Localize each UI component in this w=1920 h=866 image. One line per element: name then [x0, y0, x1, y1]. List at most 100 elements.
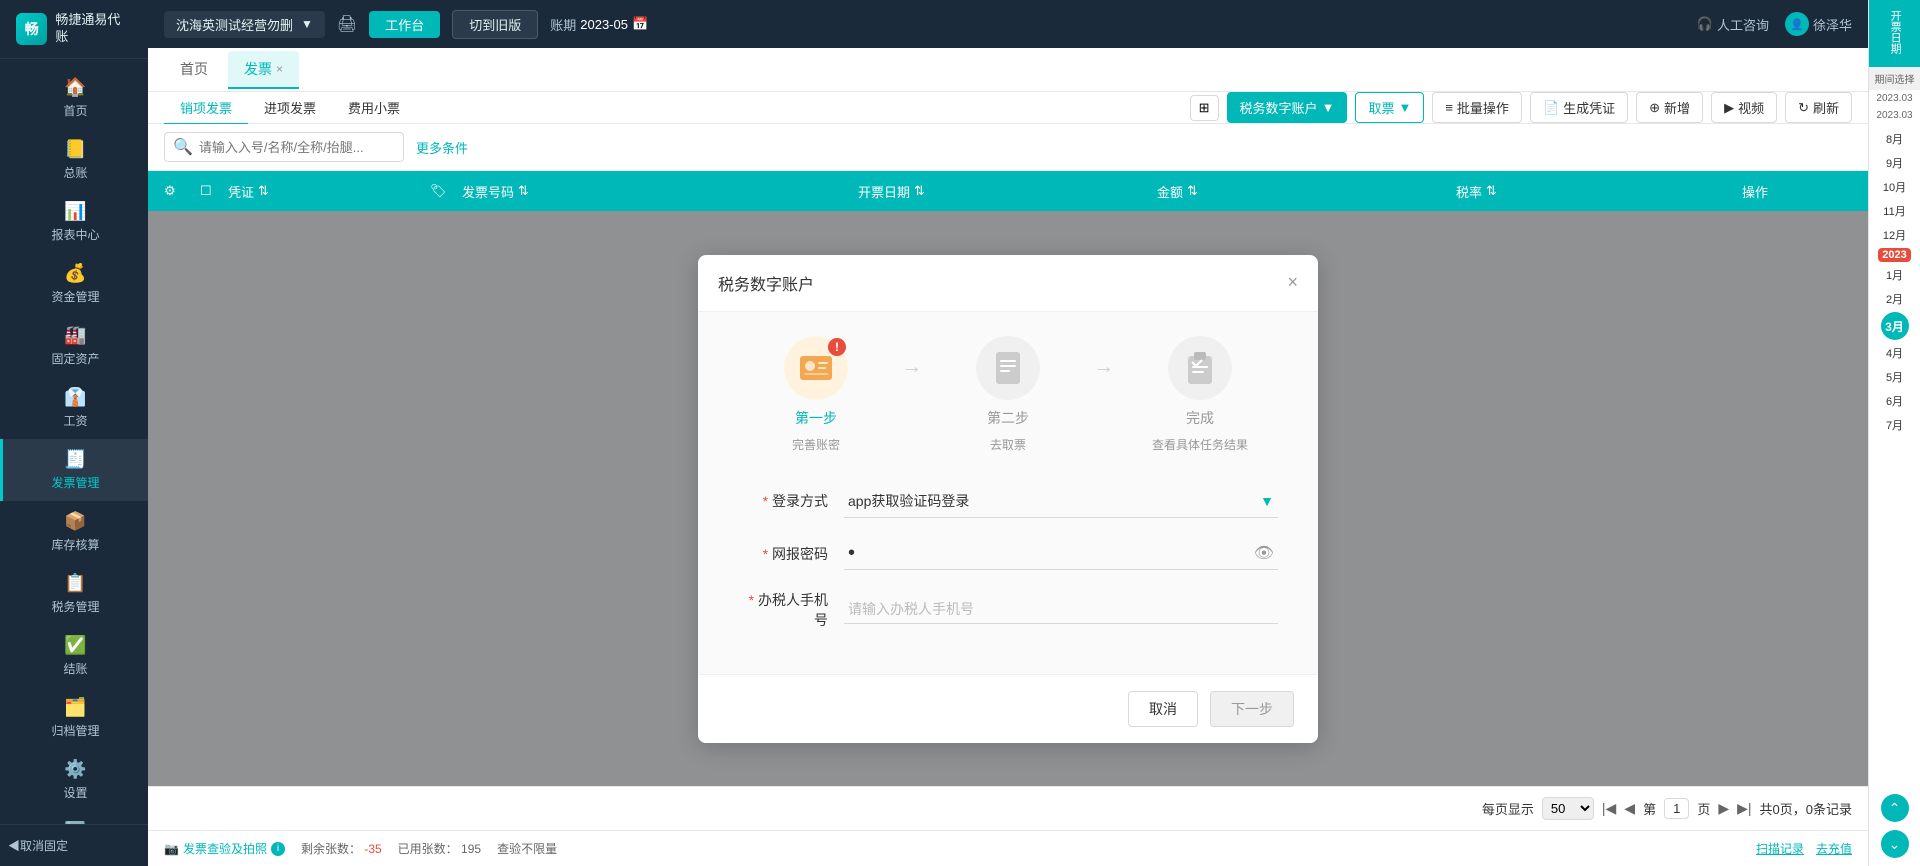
sidebar-item-assets[interactable]: 🏭 固定资产 — [0, 315, 148, 377]
subtab-sales[interactable]: 销项发票 — [164, 92, 248, 125]
password-row: * 网报密码 • 👁 — [738, 538, 1278, 570]
cancel-fixed-button[interactable]: ◀取消固定 — [0, 824, 148, 866]
eye-icon[interactable]: 👁 — [1254, 543, 1274, 563]
col-tax-rate[interactable]: 税率 ⇅ — [1456, 182, 1650, 201]
month-11[interactable]: 11月 — [1883, 200, 1905, 222]
page-number-display: 第 — [1643, 799, 1656, 818]
search-input[interactable] — [199, 140, 379, 155]
cancel-button[interactable]: 取消 — [1128, 691, 1198, 727]
dialog-header: 税务数字账户 × — [698, 255, 1318, 312]
sidebar-item-guide[interactable]: 🆕 新手引导 — [0, 811, 148, 824]
open-period-label[interactable]: 开票日期 — [1869, 0, 1920, 67]
scroll-up-button[interactable]: ⌃ — [1881, 794, 1909, 822]
grid-view-toggle[interactable]: ⊞ — [1190, 95, 1219, 121]
password-value: • — [848, 542, 857, 565]
sidebar-label-finance: 资金管理 — [51, 288, 99, 305]
sidebar-item-salary[interactable]: 👔 工资 — [0, 377, 148, 439]
switch-version-button[interactable]: 切到旧版 — [452, 10, 538, 39]
sidebar-item-ledger[interactable]: 📒 总账 — [0, 129, 148, 191]
next-button[interactable]: 下一步 — [1210, 691, 1294, 727]
sidebar-logo: 畅 畅捷通易代账 — [0, 0, 148, 59]
batch-operation-button[interactable]: ≡ 批量操作 — [1432, 92, 1522, 123]
scan-records-link[interactable]: 扫描记录 — [1756, 840, 1804, 857]
year-2023-badge[interactable]: 2023 — [1878, 248, 1910, 262]
col-voucher[interactable]: 凭证 ⇅ — [228, 182, 422, 201]
month-12[interactable]: 12月 — [1883, 224, 1906, 246]
page-nav-last[interactable]: ▶| — [1737, 800, 1751, 817]
sidebar-label-settings: 设置 — [63, 784, 87, 801]
pagination-bar: 每页显示 50 100 |◀ ◀ 第 1 页 ▶ ▶| 共0页，0条记录 — [148, 786, 1868, 830]
month-7[interactable]: 7月 — [1886, 414, 1903, 436]
tab-home[interactable]: 首页 — [164, 51, 224, 89]
col-amount[interactable]: 金额 ⇅ — [1157, 182, 1448, 201]
sidebar-item-settings[interactable]: ⚙️ 设置 — [0, 749, 148, 811]
workspace-button[interactable]: 工作台 — [369, 11, 440, 38]
fetch-ticket-button[interactable]: 取票 ▼ — [1355, 92, 1424, 123]
tab-close-icon[interactable]: × — [276, 62, 283, 76]
page-nav-first[interactable]: |◀ — [1602, 800, 1616, 817]
used-label: 已用张数： 195 — [398, 840, 481, 857]
tab-invoice[interactable]: 发票 × — [228, 51, 299, 89]
month-list: 8月 9月 10月 11月 12月 2023 1月 2月 3月 4月 5月 6月… — [1869, 124, 1920, 440]
refresh-button[interactable]: ↻ 刷新 — [1785, 92, 1852, 123]
page-nav-prev[interactable]: ◀ — [1624, 800, 1635, 817]
page-nav-next[interactable]: ▶ — [1718, 800, 1729, 817]
login-method-select[interactable]: app获取验证码登录 ▼ — [844, 485, 1278, 518]
user-info[interactable]: 👤 徐泽华 — [1785, 12, 1852, 36]
month-6[interactable]: 6月 — [1886, 390, 1903, 412]
add-button[interactable]: ⊕ 新增 — [1636, 92, 1703, 123]
main-content: 沈海英测试经营勿删 ▼ 🖨 工作台 切到旧版 账期 2023-05 📅 🎧 人工… — [148, 0, 1868, 866]
step3-title: 完成 — [1186, 408, 1214, 428]
sidebar-item-finance[interactable]: 💰 资金管理 — [0, 253, 148, 315]
sidebar-item-inventory[interactable]: 📦 库存核算 — [0, 501, 148, 563]
sidebar-item-reports[interactable]: 📊 报表中心 — [0, 191, 148, 253]
steps: ! 第一步 完善账密 → — [738, 336, 1278, 453]
more-filter-link[interactable]: 更多条件 — [416, 138, 468, 157]
col-invoice-number[interactable]: 发票号码 ⇅ — [462, 182, 850, 201]
checkbox-col[interactable]: ☐ — [200, 183, 220, 199]
calendar-icon[interactable]: 📅 — [632, 16, 648, 32]
table-header: ⚙ ☐ 凭证 ⇅ 🏷 发票号码 ⇅ 开票日期 ⇅ 金额 ⇅ 税率 ⇅ 操作 — [148, 171, 1868, 211]
month-9[interactable]: 9月 — [1886, 152, 1903, 174]
phone-input[interactable] — [844, 595, 1278, 624]
print-icon[interactable]: 🖨 — [337, 14, 357, 34]
video-button[interactable]: ▶ 视频 — [1711, 92, 1777, 123]
service-button[interactable]: 🎧 人工咨询 — [1697, 15, 1769, 34]
search-input-wrap[interactable]: 🔍 — [164, 132, 404, 162]
sidebar-item-archive[interactable]: 🗂️ 归档管理 — [0, 687, 148, 749]
logo-icon: 畅 — [16, 13, 47, 45]
company-selector[interactable]: 沈海英测试经营勿删 ▼ — [164, 11, 325, 38]
tax-digital-account-button[interactable]: 税务数字账户 ▼ — [1227, 92, 1348, 123]
sidebar-item-home[interactable]: 🏠 首页 — [0, 67, 148, 129]
phone-label: * 办税人手机号 — [738, 590, 828, 630]
dialog-close-button[interactable]: × — [1287, 272, 1298, 293]
month-3-selected[interactable]: 3月 — [1881, 312, 1909, 340]
scroll-down-button[interactable]: ⌄ — [1881, 830, 1909, 858]
month-4[interactable]: 4月 — [1886, 342, 1903, 364]
fetch-label: 取票 — [1368, 98, 1394, 117]
per-page-select[interactable]: 50 100 — [1542, 797, 1594, 820]
sidebar-item-tax[interactable]: 📋 税务管理 — [0, 563, 148, 625]
sidebar-item-settlement[interactable]: ✅ 结账 — [0, 625, 148, 687]
month-1[interactable]: 1月 — [1886, 264, 1903, 286]
invoice-check-link[interactable]: 📷 发票查验及拍照 i — [164, 840, 285, 857]
month-10[interactable]: 10月 — [1883, 176, 1906, 198]
step1-icon-wrap: ! — [784, 336, 848, 400]
add-icon: ⊕ — [1649, 100, 1660, 116]
salary-icon: 👔 — [64, 387, 86, 408]
user-name: 徐泽华 — [1813, 15, 1852, 34]
sidebar-item-invoice[interactable]: 🧾 发票管理 — [0, 439, 148, 501]
col-date[interactable]: 开票日期 ⇅ — [858, 182, 1149, 201]
subtab-expense[interactable]: 费用小票 — [332, 92, 416, 125]
month-2[interactable]: 2月 — [1886, 288, 1903, 310]
subtab-purchase[interactable]: 进项发票 — [248, 92, 332, 125]
step-arrow-2: → — [1086, 356, 1122, 379]
generate-voucher-button[interactable]: 📄 生成凭证 — [1530, 92, 1628, 123]
page-number-input[interactable]: 1 — [1664, 798, 1689, 819]
settings-col-icon[interactable]: ⚙ — [164, 183, 192, 199]
month-5[interactable]: 5月 — [1886, 366, 1903, 388]
month-8[interactable]: 8月 — [1886, 128, 1903, 150]
remaining-label: 剩余张数： -35 — [301, 840, 382, 857]
footer-links: 扫描记录 去充值 — [1756, 840, 1852, 857]
recharge-link[interactable]: 去充值 — [1816, 840, 1852, 857]
